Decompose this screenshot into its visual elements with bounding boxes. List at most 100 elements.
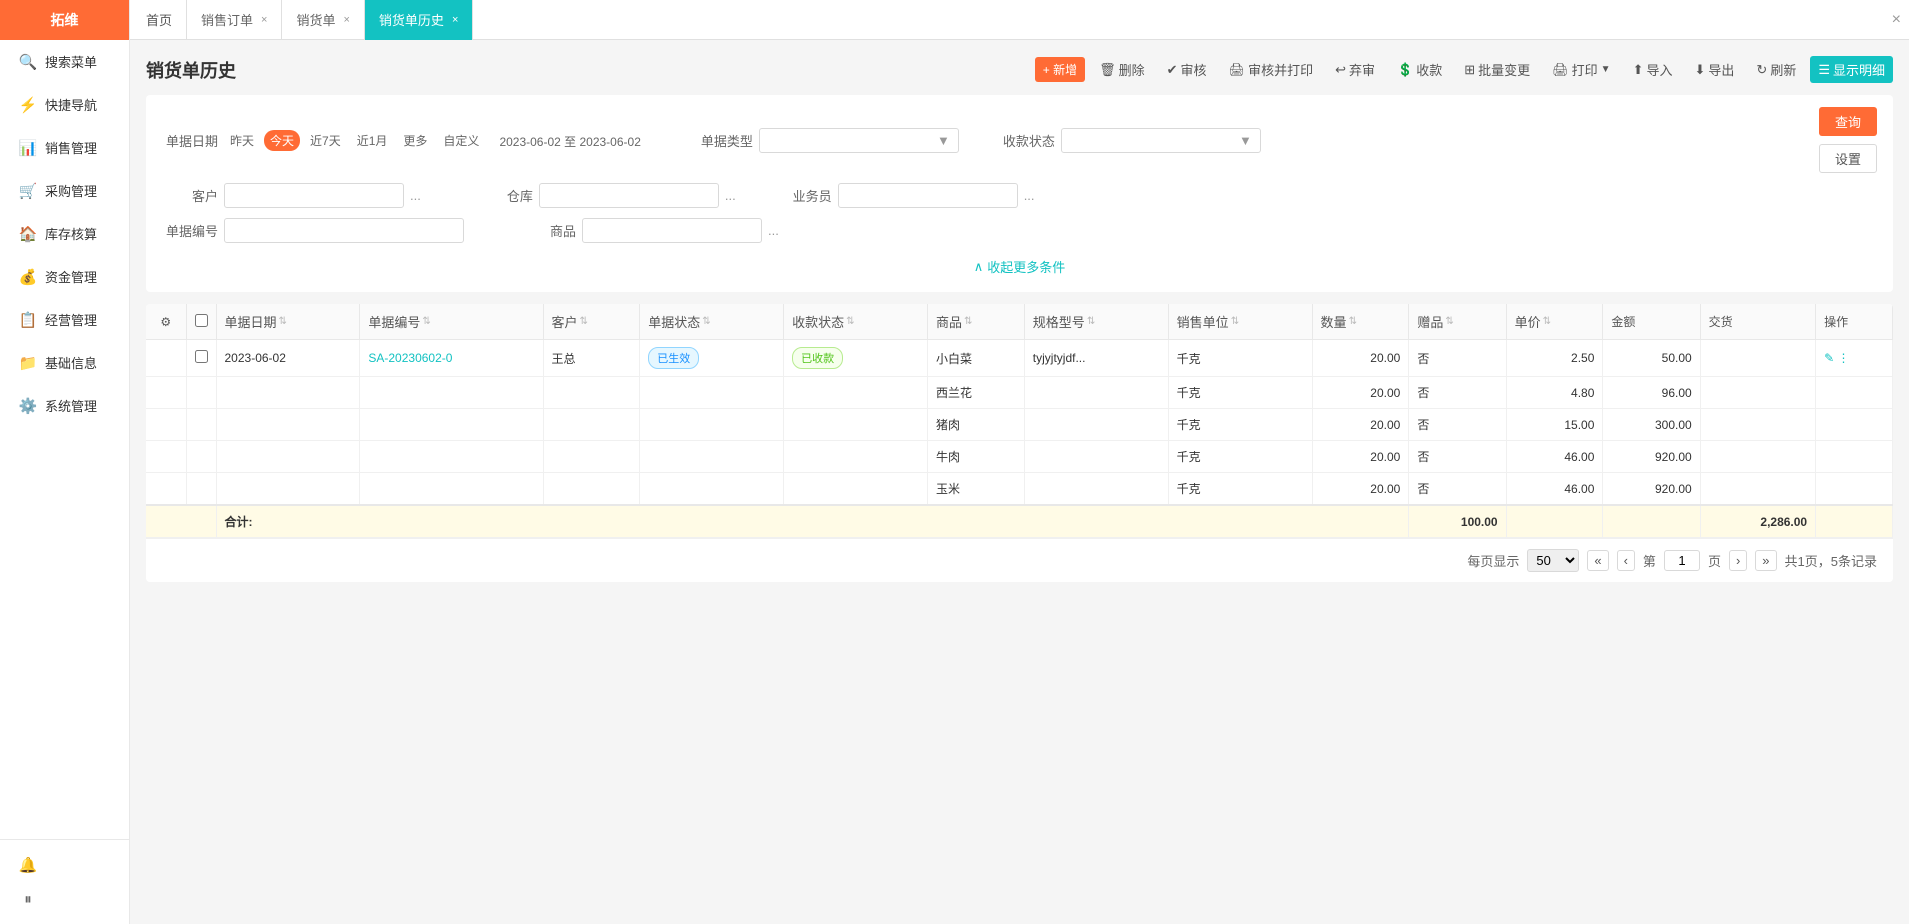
sidebar-item-quick-nav[interactable]: ⚡ 快捷导航 bbox=[0, 83, 129, 126]
type-select[interactable]: ▼ bbox=[759, 128, 959, 153]
abandon-button[interactable]: ↩ 弃审 bbox=[1327, 56, 1383, 83]
sidebar-item-ops[interactable]: 📋 经营管理 bbox=[0, 298, 129, 341]
import-button[interactable]: ⬆ 导入 bbox=[1625, 56, 1681, 83]
col-gear[interactable]: ⚙ bbox=[146, 304, 186, 340]
per-page-select[interactable]: 50 100 bbox=[1527, 549, 1579, 572]
sidebar-item-base-info[interactable]: 📁 基础信息 bbox=[0, 341, 129, 384]
sort-price-icon[interactable]: ⇅ bbox=[1543, 316, 1551, 327]
date-shortcut-1month[interactable]: 近1月 bbox=[351, 130, 394, 151]
sidebar-bottom-pause[interactable]: ⏸ bbox=[0, 882, 129, 916]
query-button[interactable]: 查询 bbox=[1819, 107, 1877, 136]
new-button[interactable]: + 新增 bbox=[1035, 57, 1085, 82]
row-checkbox-4 bbox=[186, 473, 216, 506]
select-all-checkbox[interactable] bbox=[195, 314, 208, 327]
page-number-input[interactable] bbox=[1664, 550, 1700, 571]
col-pay-status: 收款状态⇅ bbox=[784, 304, 928, 340]
employee-ellipsis[interactable]: ... bbox=[1024, 188, 1035, 203]
sidebar-item-sales-mgmt[interactable]: 📊 销售管理 bbox=[0, 126, 129, 169]
tab-sales-delivery-close[interactable]: × bbox=[343, 14, 349, 26]
date-shortcut-7days[interactable]: 近7天 bbox=[304, 130, 347, 151]
row-checkbox[interactable] bbox=[195, 350, 208, 363]
sidebar-item-finance[interactable]: 💰 资金管理 bbox=[0, 255, 129, 298]
bell-icon: 🔔 bbox=[19, 856, 37, 874]
row-paystatus-1 bbox=[784, 377, 928, 409]
refresh-button[interactable]: ↻ 刷新 bbox=[1748, 56, 1804, 83]
data-table: ⚙ 单据日期⇅ 单据编号⇅ 客户⇅ 单据状态⇅ 收款状态⇅ 商品⇅ 规格型号⇅ … bbox=[146, 304, 1893, 538]
pay-status-select[interactable]: ▼ bbox=[1061, 128, 1261, 153]
sidebar-item-label: 资金管理 bbox=[45, 267, 97, 286]
date-range-display: 2023-06-02 至 2023-06-02 bbox=[499, 131, 640, 150]
row-paystatus-2 bbox=[784, 409, 928, 441]
row-checkbox-3 bbox=[186, 441, 216, 473]
close-all-tabs-button[interactable]: × bbox=[1892, 11, 1901, 29]
lightning-icon: ⚡ bbox=[19, 96, 37, 114]
row-unit-2: 千克 bbox=[1168, 409, 1312, 441]
date-shortcut-yesterday[interactable]: 昨天 bbox=[224, 130, 260, 151]
summary-label-text: 合计: bbox=[216, 505, 1409, 538]
employee-input[interactable] bbox=[838, 183, 1018, 208]
sort-spec-icon[interactable]: ⇅ bbox=[1087, 316, 1095, 327]
sidebar-item-search-menu[interactable]: 🔍 搜索菜单 bbox=[0, 40, 129, 83]
goods-ellipsis[interactable]: ... bbox=[768, 223, 779, 238]
tab-sales-delivery[interactable]: 销货单 × bbox=[282, 0, 364, 40]
row-customer-4 bbox=[543, 473, 640, 506]
delete-button[interactable]: 🗑 删除 bbox=[1091, 56, 1153, 83]
collapse-filter-button[interactable]: ∧ 收起更多条件 bbox=[162, 253, 1877, 280]
sort-customer-icon[interactable]: ⇅ bbox=[580, 316, 588, 327]
sort-date-icon[interactable]: ⇅ bbox=[279, 316, 287, 327]
row-action-1 bbox=[1816, 377, 1893, 409]
print-icon: 🖨 bbox=[1552, 62, 1569, 78]
tab-sales-history-close[interactable]: × bbox=[452, 14, 458, 26]
sort-paystatus-icon[interactable]: ⇅ bbox=[846, 316, 854, 327]
export-button[interactable]: ⬇ 导出 bbox=[1686, 56, 1742, 83]
row-spec-4 bbox=[1024, 473, 1168, 506]
first-page-button[interactable]: « bbox=[1587, 550, 1608, 571]
warehouse-ellipsis[interactable]: ... bbox=[725, 188, 736, 203]
date-shortcut-more[interactable]: 更多 bbox=[397, 130, 433, 151]
goods-input[interactable] bbox=[582, 218, 762, 243]
tab-sales-history[interactable]: 销货单历史 × bbox=[365, 0, 473, 40]
print-button[interactable]: 🖨 打印 ▼ bbox=[1544, 56, 1618, 83]
collect-button[interactable]: 💲 收款 bbox=[1389, 56, 1450, 83]
date-shortcut-today[interactable]: 今天 bbox=[264, 130, 300, 151]
tab-sales-delivery-label: 销货单 bbox=[296, 10, 335, 29]
row-docno-0[interactable]: SA-20230602-0 bbox=[360, 340, 543, 377]
sort-goods-icon[interactable]: ⇅ bbox=[964, 316, 972, 327]
warehouse-input[interactable] bbox=[539, 183, 719, 208]
show-detail-button[interactable]: ☰ 显示明细 bbox=[1810, 56, 1893, 83]
sidebar-item-purchase-mgmt[interactable]: 🛒 采购管理 bbox=[0, 169, 129, 212]
sidebar-item-label: 经营管理 bbox=[45, 310, 97, 329]
next-page-button[interactable]: › bbox=[1729, 550, 1747, 571]
tab-home[interactable]: 首页 bbox=[138, 0, 187, 40]
batch-change-button[interactable]: ⊞ 批量变更 bbox=[1456, 56, 1538, 83]
last-page-button[interactable]: » bbox=[1755, 550, 1776, 571]
row-docstatus-0: 已生效 bbox=[640, 340, 784, 377]
audit-print-button[interactable]: 🖨 审核并打印 bbox=[1221, 56, 1322, 83]
sidebar-item-inventory[interactable]: 🏠 库存核算 bbox=[0, 212, 129, 255]
sidebar-item-sys-mgmt[interactable]: ⚙️ 系统管理 bbox=[0, 384, 129, 427]
tab-sales-order[interactable]: 销售订单 × bbox=[187, 0, 282, 40]
warehouse-label: 仓库 bbox=[477, 186, 533, 205]
sort-gift-icon[interactable]: ⇅ bbox=[1445, 316, 1453, 327]
page-title: 销货单历史 bbox=[146, 57, 236, 83]
row-docno-1 bbox=[360, 377, 543, 409]
edit-action[interactable]: ✎ bbox=[1824, 351, 1834, 365]
customer-input[interactable] bbox=[224, 183, 404, 208]
audit-button[interactable]: ✔ 审核 bbox=[1159, 56, 1215, 83]
prev-page-button[interactable]: ‹ bbox=[1617, 550, 1635, 571]
sort-docno-icon[interactable]: ⇅ bbox=[422, 316, 430, 327]
setting-button[interactable]: 设置 bbox=[1819, 144, 1877, 173]
sort-unit-icon[interactable]: ⇅ bbox=[1231, 316, 1239, 327]
sidebar-bottom-notifications[interactable]: 🔔 bbox=[0, 848, 129, 882]
more-action[interactable]: ⋮ bbox=[1838, 351, 1850, 365]
doc-no-link[interactable]: SA-20230602-0 bbox=[368, 351, 452, 365]
row-customer-3 bbox=[543, 441, 640, 473]
tab-sales-order-close[interactable]: × bbox=[261, 14, 267, 26]
row-goods-3: 牛肉 bbox=[928, 441, 1025, 473]
export-icon: ⬇ bbox=[1694, 62, 1705, 78]
sort-docstatus-icon[interactable]: ⇅ bbox=[702, 316, 710, 327]
sort-qty-icon[interactable]: ⇅ bbox=[1349, 316, 1357, 327]
customer-ellipsis[interactable]: ... bbox=[410, 188, 421, 203]
docno-input[interactable] bbox=[224, 218, 464, 243]
date-shortcut-custom[interactable]: 自定义 bbox=[437, 130, 485, 151]
